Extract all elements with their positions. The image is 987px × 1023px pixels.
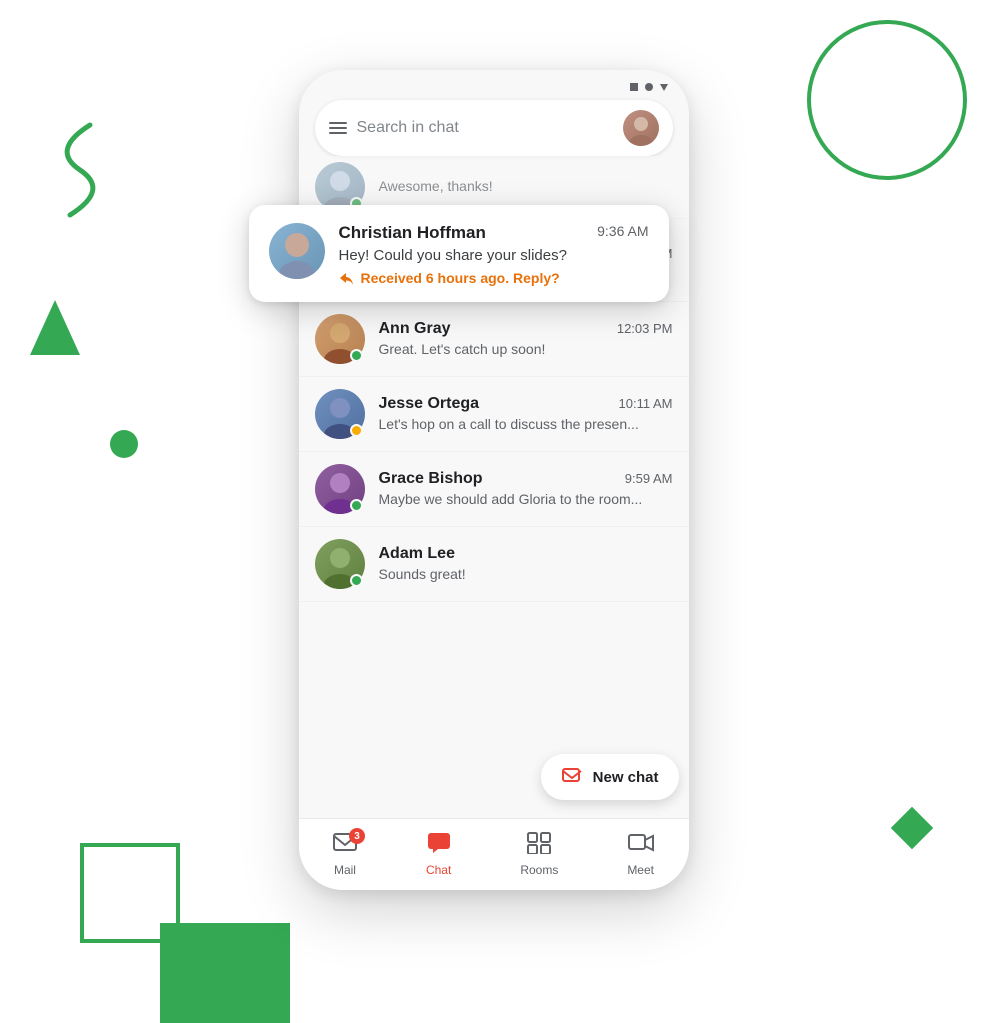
chat-preview-grace: Maybe we should add Gloria to the room..… — [379, 491, 643, 507]
wifi-icon — [644, 82, 654, 92]
decor-s-curve — [50, 120, 110, 220]
status-icons — [629, 82, 669, 92]
avatar-wrap-ann — [315, 314, 365, 364]
nav-icon-chat-wrap — [427, 832, 451, 859]
chat-name-adam: Adam Lee — [379, 545, 455, 563]
chat-content-jesse: Jesse Ortega 10:11 AM Let's hop on a cal… — [379, 395, 673, 434]
chat-time-ann: 12:03 PM — [617, 321, 673, 336]
nav-label-mail: Mail — [334, 863, 356, 877]
chat-item-grace[interactable]: Grace Bishop 9:59 AM Maybe we should add… — [299, 452, 689, 527]
nav-item-meet[interactable]: Meet — [611, 824, 670, 885]
new-chat-fab[interactable]: New chat — [541, 754, 679, 800]
new-chat-label: New chat — [593, 769, 659, 786]
chat-item-adam[interactable]: Adam Lee Sounds great! — [299, 527, 689, 602]
decor-circle-sm — [110, 430, 138, 458]
chat-name-grace: Grace Bishop — [379, 470, 483, 488]
nav-icon-mail-wrap: 3 — [333, 832, 357, 859]
chat-preview-jesse: Let's hop on a call to discuss the prese… — [379, 416, 639, 432]
user-avatar[interactable] — [623, 110, 659, 146]
notification-card[interactable]: Christian Hoffman 9:36 AM Hey! Could you… — [249, 205, 669, 302]
status-dot-ann — [350, 349, 363, 362]
avatar-wrap-adam — [315, 539, 365, 589]
chat-preview-first: Awesome, thanks! — [379, 178, 493, 194]
signal-icon — [629, 82, 639, 92]
chat-preview-adam: Sounds great! — [379, 566, 466, 582]
nav-label-rooms: Rooms — [520, 863, 558, 877]
chat-content-ann: Ann Gray 12:03 PM Great. Let's catch up … — [379, 320, 673, 359]
reply-icon — [339, 271, 355, 285]
rooms-icon — [527, 832, 551, 854]
hamburger-menu-icon[interactable] — [329, 122, 347, 134]
chat-content-grace: Grace Bishop 9:59 AM Maybe we should add… — [379, 470, 673, 509]
chat-content-adam: Adam Lee Sounds great! — [379, 545, 673, 584]
notification-action[interactable]: Received 6 hours ago. Reply? — [339, 270, 649, 286]
bottom-nav: 3 Mail Chat — [299, 818, 689, 890]
chat-item-jesse[interactable]: Jesse Ortega 10:11 AM Let's hop on a cal… — [299, 377, 689, 452]
chat-content-first: Awesome, thanks! — [379, 178, 673, 196]
chat-name-ann: Ann Gray — [379, 320, 451, 338]
nav-icon-rooms-wrap — [527, 832, 551, 859]
chat-time-jesse: 10:11 AM — [619, 396, 673, 411]
notification-avatar — [269, 223, 325, 279]
status-dot-grace — [350, 499, 363, 512]
search-bar[interactable]: Search in chat — [315, 100, 673, 156]
notification-time: 9:36 AM — [597, 223, 648, 239]
avatar-wrap-grace — [315, 464, 365, 514]
nav-item-chat[interactable]: Chat — [410, 824, 467, 885]
search-placeholder[interactable]: Search in chat — [357, 119, 613, 137]
notification-name: Christian Hoffman — [339, 223, 486, 243]
decor-green-block — [160, 923, 290, 1023]
chat-name-jesse: Jesse Ortega — [379, 395, 480, 413]
meet-icon — [628, 832, 654, 854]
decor-diamond — [891, 807, 933, 849]
phone-wrapper: Christian Hoffman 9:36 AM Hey! Could you… — [279, 30, 709, 930]
chat-preview-ann: Great. Let's catch up soon! — [379, 341, 546, 357]
nav-item-rooms[interactable]: Rooms — [504, 824, 574, 885]
new-chat-icon — [561, 766, 583, 788]
decor-circle-outline — [807, 20, 967, 180]
mail-badge: 3 — [349, 828, 365, 844]
decor-triangle — [30, 300, 80, 360]
status-dot-adam — [350, 574, 363, 587]
status-bar — [299, 70, 689, 100]
nav-icon-meet-wrap — [628, 832, 654, 859]
chat-icon — [427, 832, 451, 854]
chat-time-grace: 9:59 AM — [625, 471, 673, 486]
phone-device: Search in chat Awesome, th — [299, 70, 689, 890]
chat-item-ann[interactable]: Ann Gray 12:03 PM Great. Let's catch up … — [299, 302, 689, 377]
decor-square-outline — [80, 843, 180, 943]
status-dot-jesse — [350, 424, 363, 437]
nav-label-meet: Meet — [627, 863, 654, 877]
notification-content: Christian Hoffman 9:36 AM Hey! Could you… — [339, 223, 649, 286]
notification-message: Hey! Could you share your slides? — [339, 247, 649, 264]
battery-icon — [659, 82, 669, 92]
avatar-wrap-jesse — [315, 389, 365, 439]
nav-label-chat: Chat — [426, 863, 451, 877]
nav-item-mail[interactable]: 3 Mail — [317, 824, 373, 885]
